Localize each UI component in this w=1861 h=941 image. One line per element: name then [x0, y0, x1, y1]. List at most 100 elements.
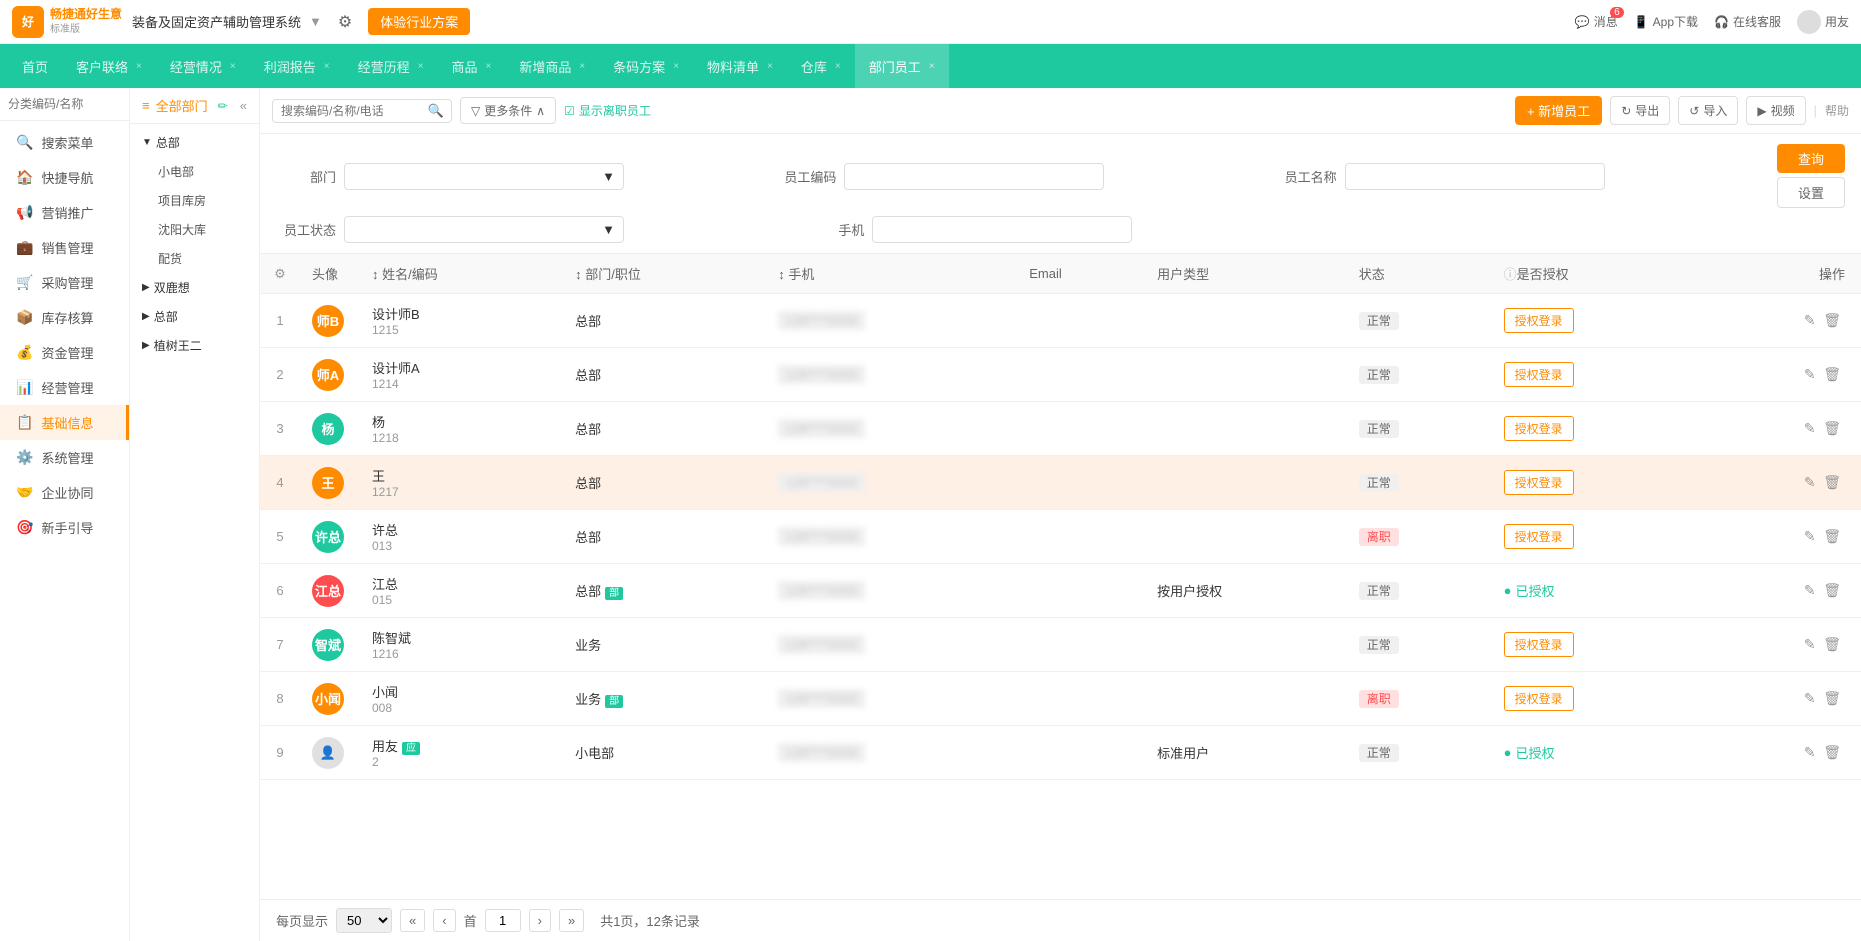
next-page-btn[interactable]: ›: [529, 909, 551, 932]
dept-child-沈阳大库[interactable]: 沈阳大库: [142, 215, 259, 244]
dept-group-双鹿想[interactable]: ▶双鹿想: [130, 273, 259, 302]
dept-group-header-root[interactable]: ▼总部: [130, 128, 259, 157]
tab-close-icon[interactable]: ×: [929, 61, 935, 72]
emp-name-input[interactable]: [1345, 163, 1605, 190]
nav-tab-经营情况[interactable]: 经营情况×: [156, 44, 250, 88]
tab-close-icon[interactable]: ×: [485, 61, 491, 72]
auth-btn[interactable]: 授权登录: [1504, 686, 1574, 711]
nav-tab-条码方案[interactable]: 条码方案×: [599, 44, 693, 88]
edit-btn[interactable]: ✎: [1804, 528, 1816, 544]
filter-more-btn[interactable]: ▽ 更多条件 ∧: [460, 97, 556, 124]
auth-btn[interactable]: 授权登录: [1504, 416, 1574, 441]
tab-close-icon[interactable]: ×: [579, 61, 585, 72]
sidebar-item-基础信息[interactable]: 📋基础信息: [0, 405, 129, 440]
sidebar-item-营销推广[interactable]: 📢营销推广: [0, 195, 129, 230]
sidebar-item-企业协同[interactable]: 🤝企业协同: [0, 475, 129, 510]
dept-group-植树王二[interactable]: ▶植树王二: [130, 331, 259, 360]
last-page-btn[interactable]: »: [559, 909, 584, 932]
sidebar-search-input[interactable]: [8, 97, 130, 111]
auth-btn[interactable]: 授权登录: [1504, 308, 1574, 333]
sidebar-item-库存核算[interactable]: 📦库存核算: [0, 300, 129, 335]
delete-btn[interactable]: 🗑: [1823, 582, 1841, 598]
sidebar-item-资金管理[interactable]: 💰资金管理: [0, 335, 129, 370]
service-btn[interactable]: 🎧 在线客服: [1714, 13, 1781, 30]
emp-code-input[interactable]: [844, 163, 1104, 190]
sidebar-item-系统管理[interactable]: ⚙️系统管理: [0, 440, 129, 475]
user-btn[interactable]: 用友: [1797, 10, 1849, 34]
nav-tab-新增商品[interactable]: 新增商品×: [505, 44, 599, 88]
delete-btn[interactable]: 🗑: [1823, 474, 1841, 490]
tab-close-icon[interactable]: ×: [324, 61, 330, 72]
edit-btn[interactable]: ✎: [1804, 744, 1816, 760]
nav-tab-经营历程[interactable]: 经营历程×: [344, 44, 438, 88]
nav-tab-物料清单[interactable]: 物料清单×: [693, 44, 787, 88]
search-input[interactable]: [272, 99, 452, 123]
nav-tab-部门员工[interactable]: 部门员工×: [855, 44, 949, 88]
delete-btn[interactable]: 🗑: [1823, 636, 1841, 652]
tab-close-icon[interactable]: ×: [673, 61, 679, 72]
phone-input[interactable]: [872, 216, 1132, 243]
nav-tab-客户联络[interactable]: 客户联络×: [62, 44, 156, 88]
dept-child-小电部[interactable]: 小电部: [142, 157, 259, 186]
auth-btn[interactable]: 授权登录: [1504, 524, 1574, 549]
tab-close-icon[interactable]: ×: [767, 61, 773, 72]
first-page-btn[interactable]: «: [400, 909, 425, 932]
query-btn[interactable]: 查询: [1777, 144, 1845, 173]
sidebar-item-搜索菜单[interactable]: 🔍搜索菜单: [0, 125, 129, 160]
nav-tab-首页[interactable]: 首页: [8, 44, 62, 88]
dept-child-项目库房[interactable]: 项目库房: [142, 186, 259, 215]
delete-btn[interactable]: 🗑: [1823, 690, 1841, 706]
sidebar-item-采购管理[interactable]: 🛒采购管理: [0, 265, 129, 300]
sidebar-item-新手引导[interactable]: 🎯新手引导: [0, 510, 129, 545]
edit-btn[interactable]: ✎: [1804, 636, 1816, 652]
sidebar-item-销售管理[interactable]: 💼销售管理: [0, 230, 129, 265]
help-btn[interactable]: 帮助: [1825, 102, 1849, 119]
import-btn[interactable]: ↺ 导入: [1678, 96, 1738, 125]
edit-btn[interactable]: ✎: [1804, 312, 1816, 328]
edit-btn[interactable]: ✎: [1804, 366, 1816, 382]
nav-tab-仓库[interactable]: 仓库×: [787, 44, 855, 88]
auth-btn[interactable]: 授权登录: [1504, 470, 1574, 495]
dept-group-总部[interactable]: ▶总部: [130, 302, 259, 331]
prev-page-btn[interactable]: ‹: [433, 909, 455, 932]
view-btn[interactable]: ▶ 视频: [1746, 96, 1805, 125]
message-btn[interactable]: 💬 消息 6: [1575, 13, 1618, 30]
search-icon[interactable]: 🔍: [428, 103, 444, 119]
sidebar-item-快捷导航[interactable]: 🏠快捷导航: [0, 160, 129, 195]
tab-close-icon[interactable]: ×: [418, 61, 424, 72]
edit-btn[interactable]: ✎: [1804, 420, 1816, 436]
delete-btn[interactable]: 🗑: [1823, 312, 1841, 328]
page-input[interactable]: [485, 909, 521, 932]
nav-tab-商品[interactable]: 商品×: [437, 44, 505, 88]
edit-btn[interactable]: ✎: [1804, 582, 1816, 598]
tab-close-icon[interactable]: ×: [230, 61, 236, 72]
settings-icon[interactable]: ⚙: [274, 266, 286, 281]
reset-btn[interactable]: 设置: [1777, 177, 1845, 208]
add-employee-btn[interactable]: + 新增员工: [1515, 96, 1602, 125]
dept-tree-edit-icon[interactable]: ✏: [218, 99, 228, 113]
app-download-btn[interactable]: 📱 App下载: [1634, 13, 1698, 30]
show-resigned-toggle[interactable]: ☑ 显示离职员工: [564, 102, 651, 119]
try-btn[interactable]: 体验行业方案: [368, 8, 470, 35]
dept-tree-collapse-icon[interactable]: «: [240, 98, 247, 113]
delete-btn[interactable]: 🗑: [1823, 744, 1841, 760]
delete-btn[interactable]: 🗑: [1823, 420, 1841, 436]
delete-btn[interactable]: 🗑: [1823, 366, 1841, 382]
sidebar-item-经营管理[interactable]: 📊经营管理: [0, 370, 129, 405]
auth-btn[interactable]: 授权登录: [1504, 362, 1574, 387]
gear-icon[interactable]: ⚙: [338, 12, 352, 32]
dept-filter-select[interactable]: ▼: [344, 163, 624, 190]
edit-btn[interactable]: ✎: [1804, 690, 1816, 706]
tab-close-icon[interactable]: ×: [835, 61, 841, 72]
nav-tab-利润报告[interactable]: 利润报告×: [250, 44, 344, 88]
emp-status-select[interactable]: ▼: [344, 216, 624, 243]
auth-btn[interactable]: 授权登录: [1504, 632, 1574, 657]
edit-btn[interactable]: ✎: [1804, 474, 1816, 490]
tab-close-icon[interactable]: ×: [136, 61, 142, 72]
dept-child-配货[interactable]: 配货: [142, 244, 259, 273]
export-btn[interactable]: ↻ 导出: [1610, 96, 1670, 125]
per-page-select[interactable]: 50 100 200: [336, 908, 392, 933]
employee-name: 用友应: [372, 736, 551, 755]
dropdown-icon[interactable]: ▼: [309, 14, 322, 29]
delete-btn[interactable]: 🗑: [1823, 528, 1841, 544]
